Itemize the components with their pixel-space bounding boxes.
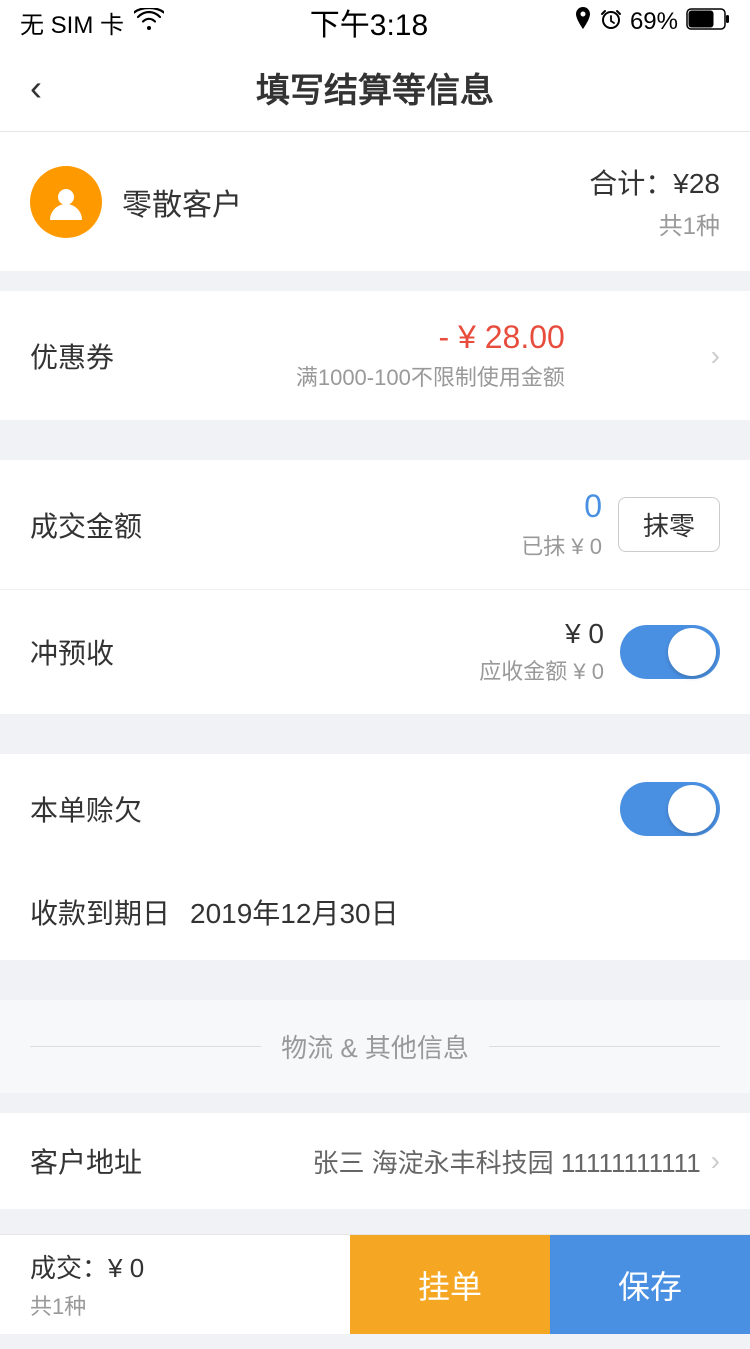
debt-row: 本单赊欠 — [0, 754, 750, 864]
customer-section: 零散客户 合计：¥28 共1种 — [0, 132, 750, 271]
customer-total: 合计：¥28 — [589, 162, 720, 202]
prepay-toggle[interactable] — [620, 625, 720, 679]
address-value: 张三 海淀永丰科技园 11111111111 — [150, 1143, 711, 1180]
logistics-title: 物流 & 其他信息 — [281, 1028, 469, 1065]
nav-bar: ‹ 填写结算等信息 — [0, 44, 750, 132]
customer-right: 合计：¥28 共1种 — [589, 162, 720, 241]
coupon-row[interactable]: 优惠券 - ¥ 28.00 满1000-100不限制使用金额 › — [0, 291, 750, 420]
prepay-right: ¥ 0 应收金额 ¥ 0 — [479, 618, 720, 686]
bottom-deal-label: 成交： — [30, 1253, 108, 1283]
amount-section: 成交金额 0 已抹 ¥ 0 抹零 冲预收 ¥ 0 应收金额 ¥ 0 — [0, 460, 750, 714]
deal-amount-sub: 已抹 ¥ 0 — [521, 529, 602, 561]
address-section: 客户地址 张三 海淀永丰科技园 11111111111 › — [0, 1113, 750, 1209]
prepay-row: 冲预收 ¥ 0 应收金额 ¥ 0 — [0, 590, 750, 714]
toggle-knob — [668, 628, 716, 676]
status-left: 无 SIM 卡 — [20, 5, 164, 40]
battery-percent: 69% — [630, 8, 678, 36]
deal-amount-label: 成交金额 — [30, 505, 150, 545]
prepay-sub: 应收金额 ¥ 0 — [479, 654, 604, 686]
customer-name: 零散客户 — [122, 180, 242, 224]
bottom-info: 成交：¥ 0 共1种 — [0, 1235, 350, 1334]
coupon-chevron: › — [711, 340, 720, 372]
address-label: 客户地址 — [30, 1141, 150, 1181]
section-divider-1 — [0, 440, 750, 460]
deal-amount-value-group: 0 已抹 ¥ 0 — [521, 488, 602, 561]
deal-amount-value: 0 — [584, 488, 602, 525]
coupon-discount: - ¥ 28.00 — [439, 319, 565, 356]
due-date-value: 2019年12月30日 — [190, 892, 399, 932]
debt-toggle-knob — [668, 785, 716, 833]
due-date-row: 收款到期日 2019年12月30日 — [0, 864, 750, 960]
status-time: 下午3:18 — [310, 0, 428, 44]
prepay-label: 冲预收 — [30, 632, 150, 672]
status-right: 69% — [574, 7, 730, 38]
debt-section: 本单赊欠 收款到期日 2019年12月30日 — [0, 754, 750, 960]
debt-right — [620, 782, 720, 836]
alarm-icon — [600, 8, 622, 37]
coupon-right: - ¥ 28.00 满1000-100不限制使用金额 — [296, 319, 565, 392]
carrier-text: 无 SIM 卡 — [20, 5, 124, 40]
customer-count: 共1种 — [589, 206, 720, 241]
customer-row: 零散客户 合计：¥28 共1种 — [0, 132, 750, 271]
hang-button[interactable]: 挂单 — [350, 1235, 550, 1334]
nav-title: 填写结算等信息 — [256, 63, 494, 112]
round-zero-button[interactable]: 抹零 — [618, 497, 720, 552]
address-chevron: › — [711, 1145, 720, 1177]
coupon-description: 满1000-100不限制使用金额 — [296, 360, 565, 392]
coupon-section: 优惠券 - ¥ 28.00 满1000-100不限制使用金额 › — [0, 291, 750, 420]
deal-amount-right: 0 已抹 ¥ 0 抹零 — [521, 488, 720, 561]
section-divider-3 — [0, 980, 750, 1000]
debt-toggle[interactable] — [620, 782, 720, 836]
debt-label: 本单赊欠 — [30, 789, 150, 829]
deal-amount-row: 成交金额 0 已抹 ¥ 0 抹零 — [0, 460, 750, 590]
bottom-deal-value: ¥ 0 — [108, 1253, 144, 1283]
save-button[interactable]: 保存 — [550, 1235, 750, 1334]
wifi-icon — [134, 8, 164, 37]
due-date-label: 收款到期日 — [30, 892, 170, 932]
bottom-bar: 成交：¥ 0 共1种 挂单 保存 — [0, 1234, 750, 1334]
bottom-deal: 成交：¥ 0 — [30, 1248, 350, 1285]
section-divider-2 — [0, 734, 750, 754]
battery-icon — [686, 8, 730, 37]
customer-avatar — [30, 166, 102, 238]
prepay-value-group: ¥ 0 应收金额 ¥ 0 — [479, 618, 604, 686]
back-button[interactable]: ‹ — [30, 67, 42, 109]
logistics-header: 物流 & 其他信息 — [0, 1000, 750, 1093]
customer-left: 零散客户 — [30, 166, 242, 238]
status-bar: 无 SIM 卡 下午3:18 69% — [0, 0, 750, 44]
prepay-value: ¥ 0 — [565, 618, 604, 650]
logistics-section: 物流 & 其他信息 — [0, 1000, 750, 1093]
location-icon — [574, 7, 592, 38]
bottom-count: 共1种 — [30, 1289, 350, 1321]
coupon-label: 优惠券 — [30, 336, 150, 376]
address-row[interactable]: 客户地址 张三 海淀永丰科技园 11111111111 › — [0, 1113, 750, 1209]
